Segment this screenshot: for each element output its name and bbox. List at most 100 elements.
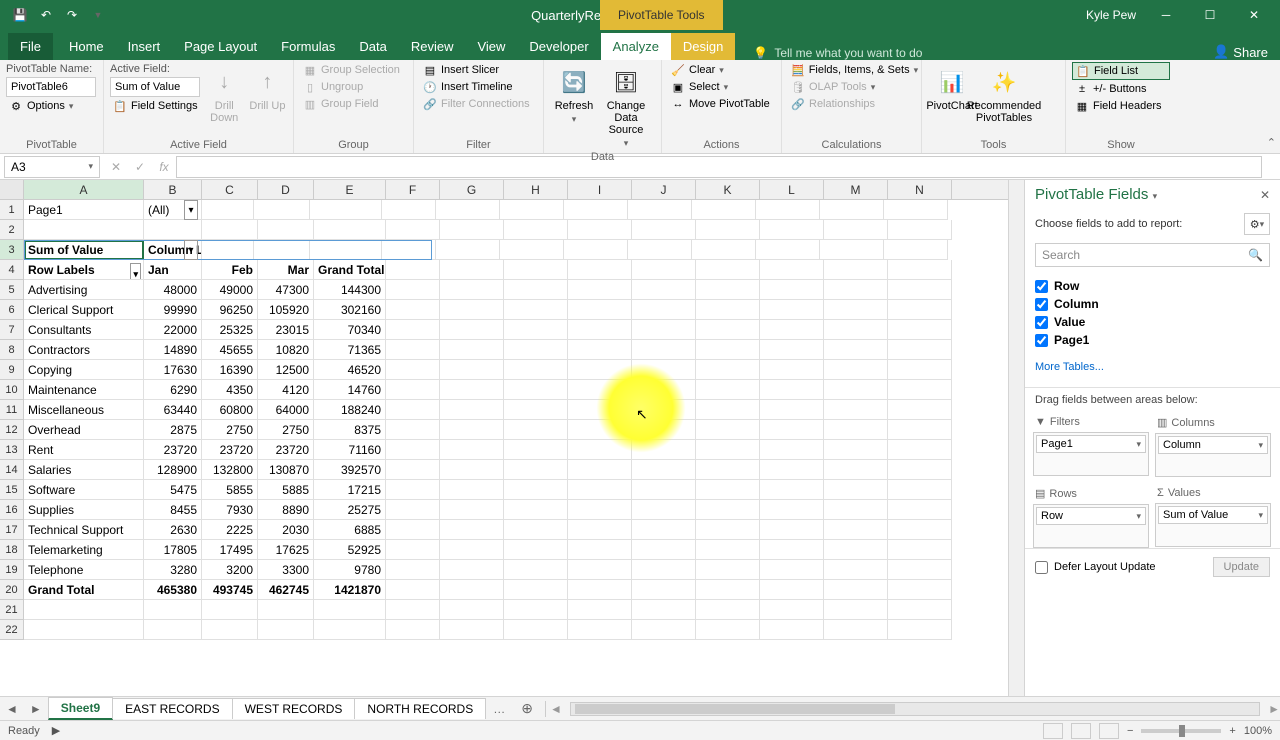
more-tables-link[interactable]: More Tables... (1025, 355, 1280, 379)
data-cell[interactable]: 105920 (258, 300, 314, 320)
cell[interactable] (760, 520, 824, 540)
value-chip[interactable]: Sum of Value▾ (1158, 506, 1268, 524)
col-header-N[interactable]: N (888, 180, 952, 199)
row-total[interactable]: 8375 (314, 420, 386, 440)
cell[interactable] (696, 300, 760, 320)
cell[interactable] (760, 500, 824, 520)
data-cell[interactable]: 132800 (202, 460, 258, 480)
tab-analyze[interactable]: Analyze (601, 33, 671, 60)
cell[interactable] (504, 260, 568, 280)
tab-nav-next[interactable]: ► (24, 702, 48, 716)
row-header[interactable]: 15 (0, 480, 24, 500)
cell[interactable] (568, 600, 632, 620)
defer-checkbox[interactable] (1035, 561, 1048, 574)
cell[interactable] (386, 520, 440, 540)
cell[interactable] (696, 540, 760, 560)
row-label[interactable]: Clerical Support (24, 300, 144, 320)
cell[interactable] (440, 600, 504, 620)
cell[interactable] (440, 300, 504, 320)
cell[interactable] (632, 520, 696, 540)
row-header[interactable]: 14 (0, 460, 24, 480)
cell[interactable] (568, 540, 632, 560)
tab-file[interactable]: File (8, 33, 53, 60)
col-header-H[interactable]: H (504, 180, 568, 199)
cell[interactable] (888, 620, 952, 640)
tab-design[interactable]: Design (671, 33, 735, 60)
cell[interactable] (824, 500, 888, 520)
cell[interactable] (824, 480, 888, 500)
tab-home[interactable]: Home (57, 33, 116, 60)
cell[interactable] (504, 380, 568, 400)
cell[interactable] (440, 340, 504, 360)
row-label[interactable]: Advertising (24, 280, 144, 300)
cell[interactable] (760, 580, 824, 600)
cell[interactable] (696, 420, 760, 440)
row-label[interactable]: Miscellaneous (24, 400, 144, 420)
cell[interactable] (824, 560, 888, 580)
col-header-K[interactable]: K (696, 180, 760, 199)
cell[interactable] (760, 340, 824, 360)
cell[interactable] (568, 300, 632, 320)
cell[interactable] (692, 240, 756, 260)
data-cell[interactable]: 3300 (258, 560, 314, 580)
cell[interactable] (760, 620, 824, 640)
cell[interactable] (888, 360, 952, 380)
cell[interactable] (696, 560, 760, 580)
data-cell[interactable]: 2750 (202, 420, 258, 440)
cell[interactable] (888, 560, 952, 580)
cell[interactable] (824, 340, 888, 360)
sheet-tab-north[interactable]: NORTH RECORDS (354, 698, 486, 719)
cell[interactable] (888, 320, 952, 340)
more-sheets-icon[interactable]: … (485, 702, 513, 716)
row-header[interactable]: 12 (0, 420, 24, 440)
row-total[interactable]: 52925 (314, 540, 386, 560)
cell[interactable] (440, 220, 504, 240)
cell[interactable] (632, 400, 696, 420)
cell[interactable] (504, 400, 568, 420)
tab-nav-prev[interactable]: ◄ (0, 702, 24, 716)
cell[interactable] (760, 260, 824, 280)
undo-icon[interactable]: ↶ (34, 3, 58, 27)
col-header-E[interactable]: E (314, 180, 386, 199)
grand-total-header[interactable]: Grand Total (314, 260, 386, 280)
cell[interactable] (696, 220, 760, 240)
cell[interactable] (440, 360, 504, 380)
cell[interactable] (888, 500, 952, 520)
field-headers-toggle[interactable]: ▦Field Headers (1072, 98, 1170, 114)
cell[interactable] (568, 500, 632, 520)
row-label[interactable]: Rent (24, 440, 144, 460)
row-header[interactable]: 18 (0, 540, 24, 560)
col-header-C[interactable]: C (202, 180, 258, 199)
options-button[interactable]: ⚙Options▾ (6, 98, 97, 114)
cell[interactable] (632, 300, 696, 320)
col-header-G[interactable]: G (440, 180, 504, 199)
row-header[interactable]: 6 (0, 300, 24, 320)
data-cell[interactable]: 2225 (202, 520, 258, 540)
cell[interactable] (760, 560, 824, 580)
cell[interactable] (888, 460, 952, 480)
recommended-pivottables-button[interactable]: ✨Recommended PivotTables (980, 62, 1028, 137)
cell[interactable] (436, 200, 500, 220)
cell[interactable] (756, 200, 820, 220)
close-icon[interactable]: ✕ (1234, 0, 1274, 30)
cell[interactable] (504, 600, 568, 620)
cell[interactable] (628, 200, 692, 220)
cell[interactable] (824, 320, 888, 340)
cell[interactable] (696, 280, 760, 300)
data-cell[interactable]: 17630 (144, 360, 202, 380)
cell[interactable] (504, 280, 568, 300)
filter-chip-page1[interactable]: Page1▾ (1036, 435, 1146, 453)
row-label[interactable]: Consultants (24, 320, 144, 340)
cell[interactable] (500, 200, 564, 220)
values-drop-area[interactable]: Sum of Value▾ (1155, 503, 1271, 547)
collapse-ribbon-icon[interactable]: ⌃ (1267, 136, 1276, 149)
row-label[interactable]: Overhead (24, 420, 144, 440)
cell[interactable] (436, 240, 500, 260)
data-cell[interactable]: 3280 (144, 560, 202, 580)
share-button[interactable]: 👤 Share (1213, 44, 1268, 60)
cell[interactable] (632, 220, 696, 240)
cell[interactable] (696, 360, 760, 380)
data-cell[interactable]: 2030 (258, 520, 314, 540)
user-name[interactable]: Kyle Pew (1080, 8, 1142, 22)
field-list-toggle[interactable]: 📋Field List (1072, 62, 1170, 80)
